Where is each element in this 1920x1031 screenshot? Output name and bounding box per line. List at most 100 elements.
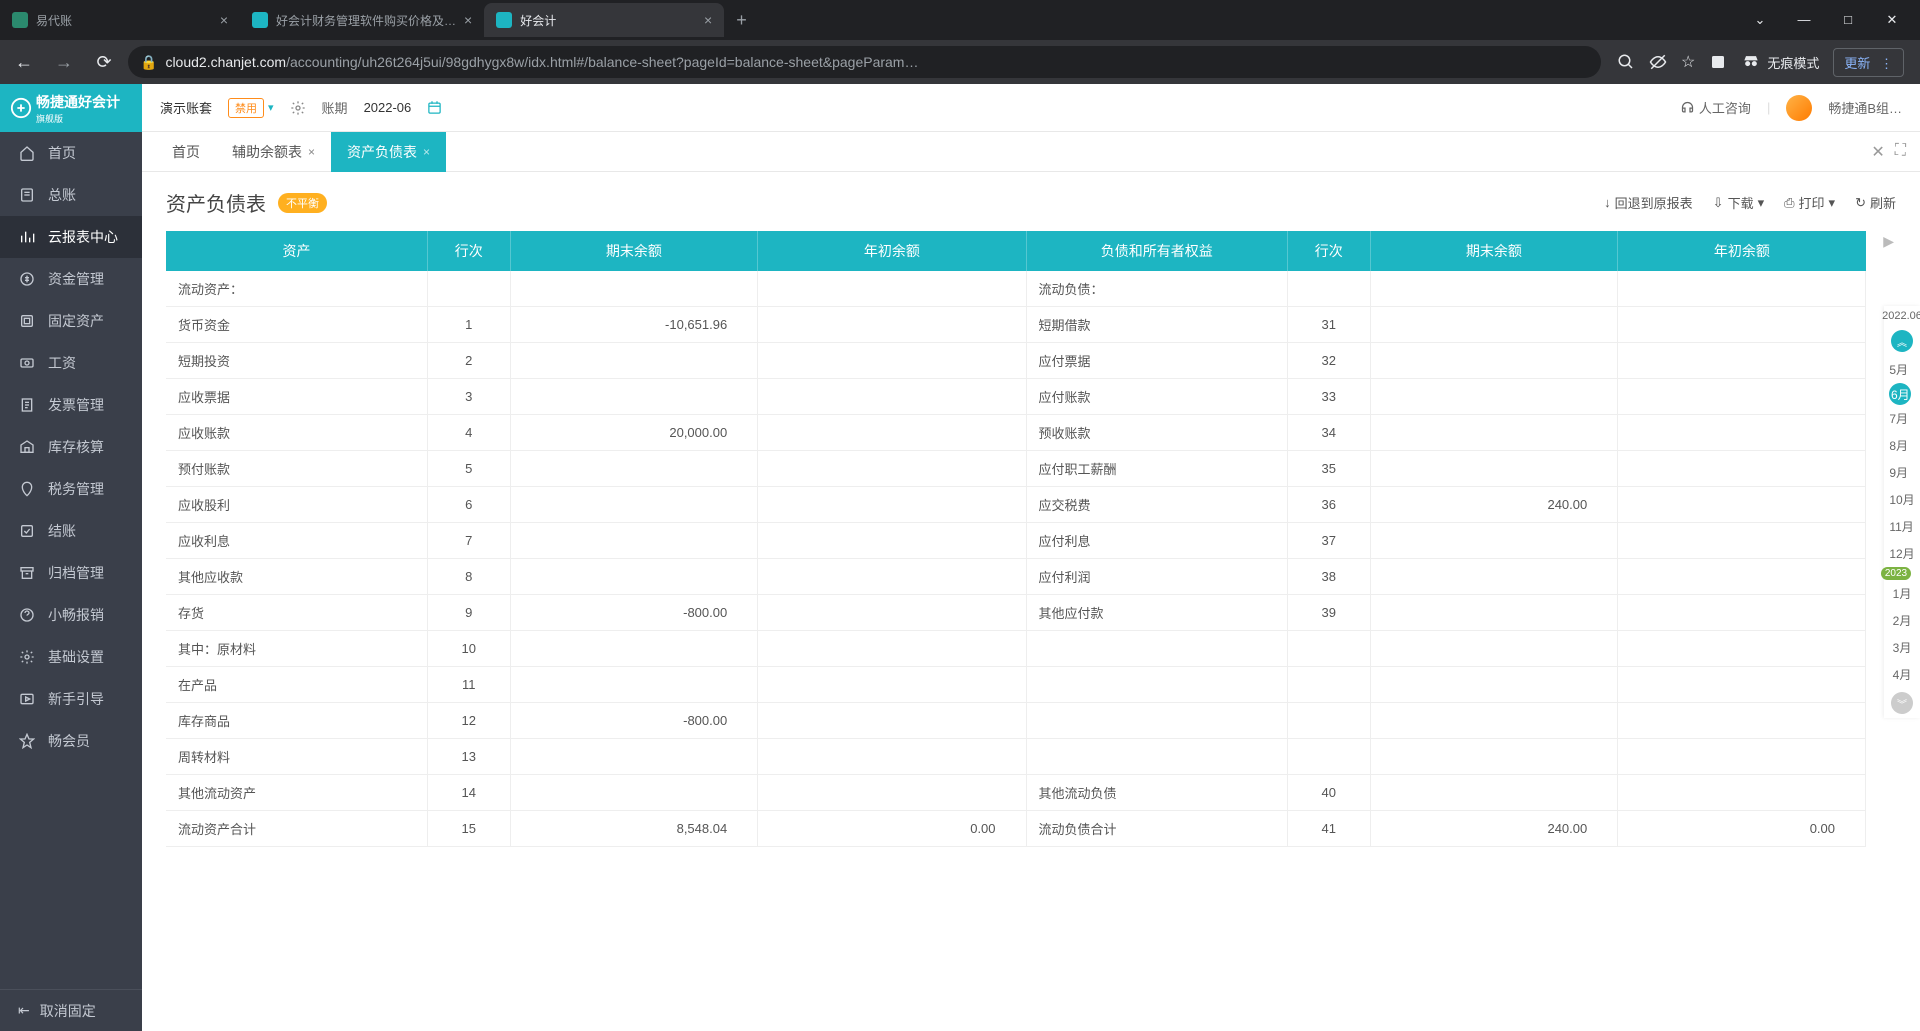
update-button[interactable]: 更新 ⋮ [1833,48,1904,77]
support-link[interactable]: 人工咨询 [1680,98,1751,117]
sidebar-item-home[interactable]: 首页 [0,132,142,174]
avatar[interactable] [1786,95,1812,121]
close-icon[interactable]: × [220,12,228,28]
eye-off-icon[interactable] [1649,53,1667,71]
chevron-down-icon[interactable]: ⌄ [1748,12,1772,28]
month-item[interactable]: 1月 [1893,580,1912,607]
sidebar-item-invoice[interactable]: 发票管理 [0,384,142,426]
new-tab-button[interactable]: + [724,10,759,31]
cell-seq2: 32 [1287,343,1370,379]
back-button[interactable]: ← [8,46,40,78]
month-item[interactable]: 2月 [1893,607,1912,634]
table-row[interactable]: 应收利息7应付利息37 [166,523,1866,559]
maximize-icon[interactable]: □ [1836,12,1860,28]
month-item[interactable]: 3月 [1893,634,1912,661]
window-controls: ⌄ — □ ✕ [1732,12,1920,28]
user-name[interactable]: 畅捷通B组… [1828,98,1902,117]
table-row[interactable]: 其他应收款8应付利润38 [166,559,1866,595]
cell-end1 [510,739,758,775]
cell-liab [1026,703,1287,739]
reload-button[interactable]: ⟳ [88,46,120,78]
sidebar-item-guide[interactable]: 新手引导 [0,678,142,720]
table-row[interactable]: 在产品11 [166,667,1866,703]
month-picker: 2022.06 ︽ 5月6月7月8月9月10月11月12月 2023 1月2月3… [1884,306,1920,718]
sidebar-item-chart[interactable]: 云报表中心 [0,216,142,258]
cell-end2 [1370,415,1618,451]
headset-icon [1680,100,1695,115]
sidebar-item-money[interactable]: 资金管理 [0,258,142,300]
close-icon[interactable]: × [704,12,712,28]
month-item[interactable]: 10月 [1889,486,1914,513]
account-name[interactable]: 演示账套 [160,98,212,117]
refresh-action[interactable]: ↻刷新 [1855,193,1896,212]
page-tab-2[interactable]: 资产负债表× [331,132,446,172]
sidebar-item-settings[interactable]: 基础设置 [0,636,142,678]
page-tab-1[interactable]: 辅助余额表× [216,132,331,172]
month-item[interactable]: 8月 [1889,432,1914,459]
period-value[interactable]: 2022-06 [364,100,412,115]
star-icon[interactable]: ☆ [1681,52,1695,72]
sidebar-item-expense[interactable]: 小畅报销 [0,594,142,636]
close-icon[interactable]: × [464,12,472,28]
table-row[interactable]: 预付账款5应付职工薪酬35 [166,451,1866,487]
sidebar-item-close[interactable]: 结账 [0,510,142,552]
zoom-icon[interactable] [1617,53,1635,71]
print-action[interactable]: ⎙打印▾ [1784,193,1835,212]
content: 资产负债表 不平衡 ↓回退到原报表 ⇩下载▾ ⎙打印▾ ↻刷新 资产 行次 期末… [142,172,1920,1031]
month-item[interactable]: 7月 [1889,405,1914,432]
table-row[interactable]: 货币资金1-10,651.96短期借款31 [166,307,1866,343]
cell-asset: 货币资金 [166,307,427,343]
address-bar[interactable]: 🔒 cloud2.chanjet.com/accounting/uh26t264… [128,46,1601,78]
extensions-icon[interactable] [1709,53,1727,71]
table-row[interactable]: 应收票据3应付账款33 [166,379,1866,415]
minimize-icon[interactable]: — [1792,12,1816,28]
sidebar-item-stock[interactable]: 库存核算 [0,426,142,468]
close-all-tabs[interactable]: ✕ [1871,142,1884,162]
table-row[interactable]: 库存商品12-800.00 [166,703,1866,739]
browser-tab-1[interactable]: 好会计财务管理软件购买价格及… × [240,3,484,37]
table-row[interactable]: 流动资产合计158,548.040.00流动负债合计41240.000.00 [166,811,1866,847]
app-logo[interactable]: 畅捷通好会计 旗舰版 [0,84,142,132]
month-item[interactable]: 12月 [1889,540,1914,567]
close-window-icon[interactable]: ✕ [1880,12,1904,28]
calendar-icon[interactable] [427,100,442,115]
month-item[interactable]: 6月 [1889,383,1911,405]
sidebar-item-salary[interactable]: 工资 [0,342,142,384]
sidebar-item-ledger[interactable]: 总账 [0,174,142,216]
disable-badge[interactable]: 禁用 [228,98,264,118]
table-row[interactable]: 其他流动资产14其他流动负债40 [166,775,1866,811]
download-action[interactable]: ⇩下载▾ [1713,193,1764,212]
gear-icon[interactable] [290,100,306,116]
scroll-right-icon[interactable]: ▶ [1883,233,1894,250]
table-row[interactable]: 其中：原材料10 [166,631,1866,667]
fullscreen-icon[interactable]: ⛶ [1895,142,1906,162]
cell-liab: 应付账款 [1026,379,1287,415]
month-item[interactable]: 4月 [1893,661,1912,688]
month-item[interactable]: 11月 [1889,513,1914,540]
forward-button[interactable]: → [48,46,80,78]
close-icon[interactable]: × [308,145,315,159]
table-row[interactable]: 应收账款420,000.00预收账款34 [166,415,1866,451]
month-item[interactable]: 5月 [1889,356,1914,383]
table-row[interactable]: 短期投资2应付票据32 [166,343,1866,379]
sidebar-item-tax[interactable]: 税务管理 [0,468,142,510]
close-icon[interactable]: × [423,145,430,159]
table-row[interactable]: 存货9-800.00其他应付款39 [166,595,1866,631]
sidebar-unpin[interactable]: ⇤ 取消固定 [0,989,142,1031]
sidebar-item-asset[interactable]: 固定资产 [0,300,142,342]
month-item[interactable]: 9月 [1889,459,1914,486]
chevron-down-icon[interactable]: ▾ [268,101,274,114]
revert-action[interactable]: ↓回退到原报表 [1604,193,1693,212]
page-tab-0[interactable]: 首页 [156,132,216,172]
browser-tab-0[interactable]: 易代账 × [0,3,240,37]
table-row[interactable]: 流动资产：流动负债： [166,271,1866,307]
table-row[interactable]: 应收股利6应交税费36240.00 [166,487,1866,523]
month-down-button[interactable]: ︾ [1891,692,1913,714]
cell-seq1: 7 [427,523,510,559]
month-up-button[interactable]: ︽ [1891,330,1913,352]
table-row[interactable]: 周转材料13 [166,739,1866,775]
browser-tab-2[interactable]: 好会计 × [484,3,724,37]
cell-seq1: 13 [427,739,510,775]
sidebar-item-archive[interactable]: 归档管理 [0,552,142,594]
sidebar-item-vip[interactable]: 畅会员 [0,720,142,762]
